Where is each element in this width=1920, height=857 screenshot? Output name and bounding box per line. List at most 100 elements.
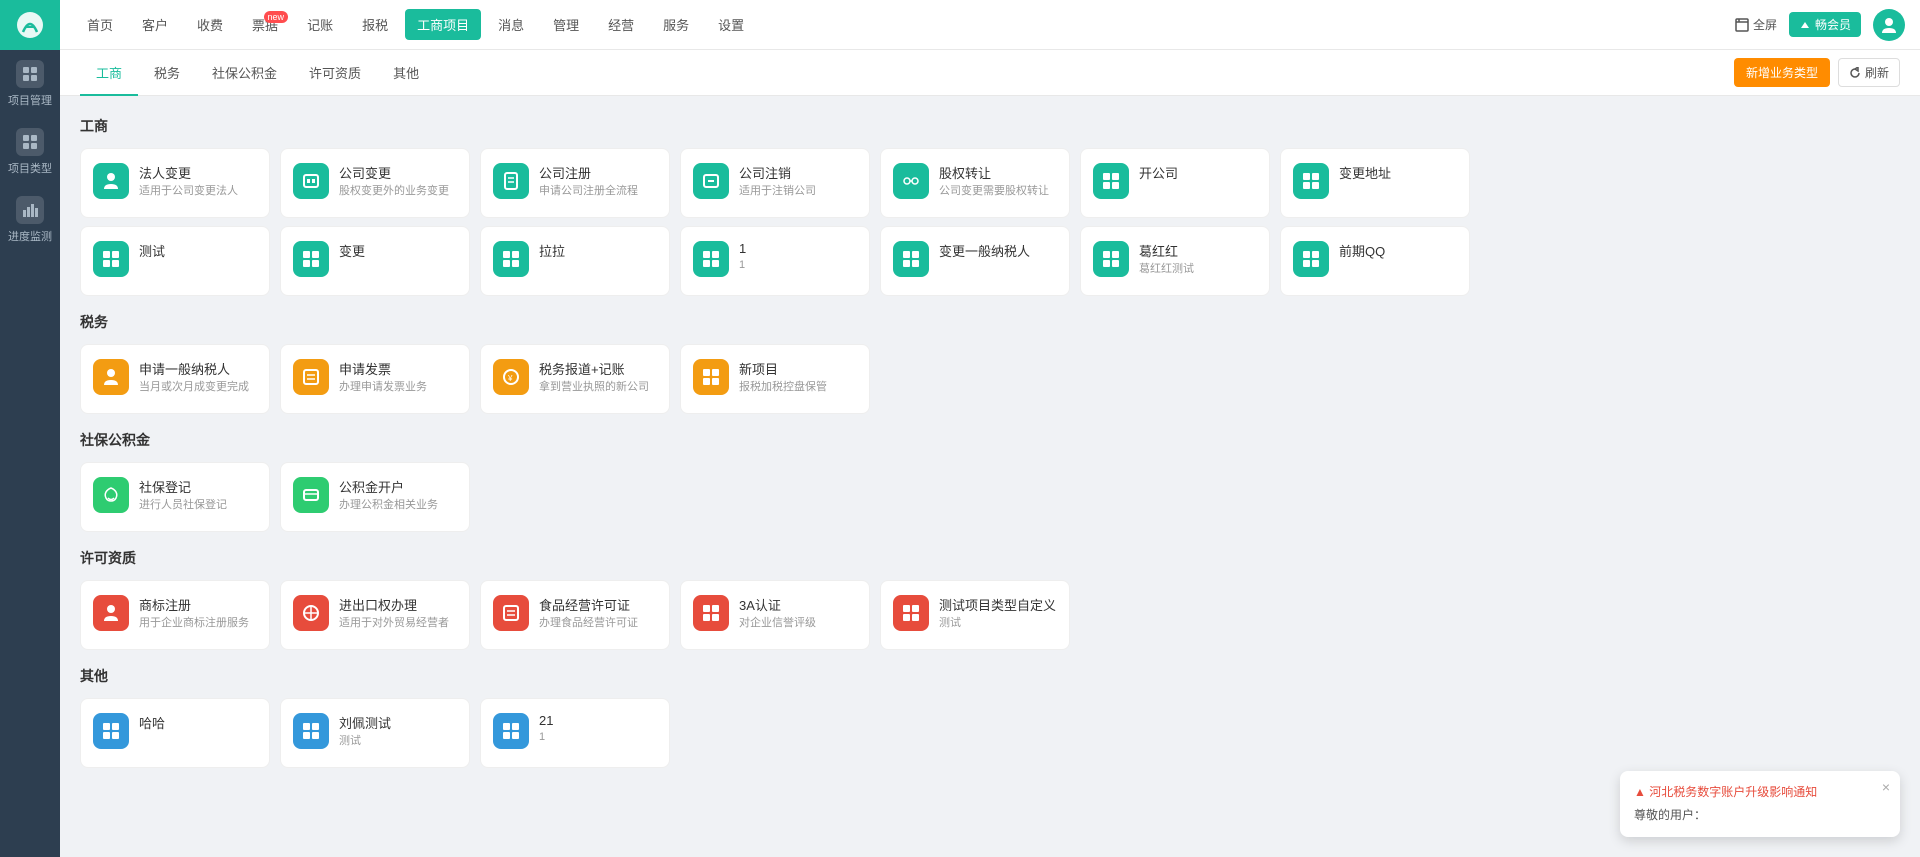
food-license-icon bbox=[493, 595, 529, 631]
equity-transfer-desc: 公司变更需要股权转让 bbox=[939, 184, 1057, 199]
card-apply-invoice[interactable]: 申请发票 办理申请发票业务 bbox=[280, 344, 470, 414]
industry-card-grid: 法人变更 适用于公司变更法人 公司变更 股权变更外的业务变更 bbox=[80, 148, 1900, 218]
card-social-register[interactable]: 社保登记 进行人员社保登记 bbox=[80, 462, 270, 532]
card-company-change[interactable]: 公司变更 股权变更外的业务变更 bbox=[280, 148, 470, 218]
card-open-company[interactable]: 开公司 bbox=[1080, 148, 1270, 218]
tabs-actions: 新增业务类型 刷新 bbox=[1734, 58, 1900, 87]
card-equity-transfer[interactable]: 股权转让 公司变更需要股权转让 bbox=[880, 148, 1070, 218]
user-avatar[interactable] bbox=[1873, 9, 1905, 41]
3a-cert-desc: 对企业信誉评级 bbox=[739, 616, 857, 631]
card-test-type[interactable]: 测试项目类型自定义 测试 bbox=[880, 580, 1070, 650]
tax-report-desc: 拿到营业执照的新公司 bbox=[539, 380, 657, 395]
nav-billing[interactable]: 收费 bbox=[185, 9, 235, 40]
card-fund-account[interactable]: 公积金开户 办理公积金相关业务 bbox=[280, 462, 470, 532]
fund-account-icon bbox=[293, 477, 329, 513]
card-tax-report[interactable]: ¥ 税务报道+记账 拿到营业执照的新公司 bbox=[480, 344, 670, 414]
change-name: 变更 bbox=[339, 241, 457, 260]
liupei-test-desc: 测试 bbox=[339, 734, 457, 749]
change-taxpayer-name: 变更一般纳税人 bbox=[939, 241, 1057, 260]
tab-license[interactable]: 许可资质 bbox=[293, 51, 377, 96]
card-prev-qq[interactable]: 前期QQ bbox=[1280, 226, 1470, 296]
sidebar-item-project-mgmt[interactable]: 项目管理 bbox=[0, 50, 60, 118]
card-import-export[interactable]: 进出口权办理 适用于对外贸易经营者 bbox=[280, 580, 470, 650]
nav-home[interactable]: 首页 bbox=[75, 9, 125, 40]
notification-popup: × ▲ 河北税务数字账户升级影响通知 尊敬的用户： bbox=[1620, 771, 1900, 837]
nav-industry[interactable]: 工商项目 bbox=[405, 9, 481, 40]
tab-other[interactable]: 其他 bbox=[377, 51, 435, 96]
card-change-address[interactable]: 变更地址 bbox=[1280, 148, 1470, 218]
tax-report-name: 税务报道+记账 bbox=[539, 359, 657, 378]
import-export-name: 进出口权办理 bbox=[339, 595, 457, 614]
import-export-icon bbox=[293, 595, 329, 631]
change-taxpayer-icon bbox=[893, 241, 929, 277]
tab-tax[interactable]: 税务 bbox=[138, 51, 196, 96]
trademark-name: 商标注册 bbox=[139, 595, 257, 614]
sidebar-item-label-progress: 进度监测 bbox=[8, 228, 52, 244]
card-gehonghong[interactable]: 葛红红 葛红红测试 bbox=[1080, 226, 1270, 296]
legal-change-name: 法人变更 bbox=[139, 163, 257, 182]
trademark-desc: 用于企业商标注册服务 bbox=[139, 616, 257, 631]
card-company-cancel[interactable]: 公司注销 适用于注销公司 bbox=[680, 148, 870, 218]
card-test[interactable]: 测试 bbox=[80, 226, 270, 296]
test-icon bbox=[93, 241, 129, 277]
card-legal-change[interactable]: 法人变更 适用于公司变更法人 bbox=[80, 148, 270, 218]
card-haha[interactable]: 哈哈 bbox=[80, 698, 270, 768]
nav-tax[interactable]: 报税 bbox=[350, 9, 400, 40]
3a-cert-name: 3A认证 bbox=[739, 595, 857, 614]
legal-change-desc: 适用于公司变更法人 bbox=[139, 184, 257, 199]
vip-label: 畅会员 bbox=[1815, 16, 1851, 33]
card-3a-cert[interactable]: 3A认证 对企业信誉评级 bbox=[680, 580, 870, 650]
nav-service[interactable]: 服务 bbox=[651, 9, 701, 40]
apply-invoice-name: 申请发票 bbox=[339, 359, 457, 378]
notification-text: ▲ 河北税务数字账户升级影响通知 尊敬的用户： bbox=[1634, 783, 1886, 825]
nav-accounting[interactable]: 记账 bbox=[295, 9, 345, 40]
gehonghong-name: 葛红红 bbox=[1139, 241, 1257, 260]
card-trademark[interactable]: 商标注册 用于企业商标注册服务 bbox=[80, 580, 270, 650]
tab-social[interactable]: 社保公积金 bbox=[196, 51, 293, 96]
equity-transfer-icon bbox=[893, 163, 929, 199]
num1-desc: 1 bbox=[739, 258, 857, 273]
nav-management[interactable]: 管理 bbox=[541, 9, 591, 40]
open-company-icon bbox=[1093, 163, 1129, 199]
test-type-icon bbox=[893, 595, 929, 631]
nav-operation[interactable]: 经营 bbox=[596, 9, 646, 40]
vip-button[interactable]: 畅会员 bbox=[1789, 12, 1861, 37]
tabs-bar: 工商 税务 社保公积金 许可资质 其他 新增业务类型 刷新 bbox=[60, 50, 1920, 96]
open-company-name: 开公司 bbox=[1139, 163, 1257, 182]
change-address-name: 变更地址 bbox=[1339, 163, 1457, 182]
sidebar-item-project-type[interactable]: 项目类型 bbox=[0, 118, 60, 186]
industry-card-grid-2: 测试 变更 bbox=[80, 226, 1900, 296]
card-apply-taxpayer[interactable]: 申请一般纳税人 当月或次月成变更完成 bbox=[80, 344, 270, 414]
notification-close-btn[interactable]: × bbox=[1882, 779, 1890, 795]
card-food-license[interactable]: 食品经营许可证 办理食品经营许可证 bbox=[480, 580, 670, 650]
card-company-register[interactable]: 公司注册 申请公司注册全流程 bbox=[480, 148, 670, 218]
tax-section-title: 税务 bbox=[80, 312, 1900, 332]
card-num21[interactable]: 21 1 bbox=[480, 698, 670, 768]
nav-settings[interactable]: 设置 bbox=[706, 9, 756, 40]
trademark-icon bbox=[93, 595, 129, 631]
main-area: 首页 客户 收费 票据 new 记账 报税 工商项目 消息 管理 经营 服务 设… bbox=[60, 0, 1920, 857]
card-lala[interactable]: 拉拉 bbox=[480, 226, 670, 296]
nav-tickets[interactable]: 票据 new bbox=[240, 9, 290, 40]
gehonghong-icon bbox=[1093, 241, 1129, 277]
liupei-test-icon bbox=[293, 713, 329, 749]
nav-messages[interactable]: 消息 bbox=[486, 9, 536, 40]
fullscreen-btn[interactable]: 全屏 bbox=[1735, 16, 1777, 33]
new-project-icon bbox=[693, 359, 729, 395]
nav-customer[interactable]: 客户 bbox=[130, 9, 180, 40]
tab-industry[interactable]: 工商 bbox=[80, 51, 138, 96]
license-card-grid: 商标注册 用于企业商标注册服务 进出口权办理 适用于对外贸易经营者 bbox=[80, 580, 1900, 650]
card-num1[interactable]: 1 1 bbox=[680, 226, 870, 296]
social-register-desc: 进行人员社保登记 bbox=[139, 498, 257, 513]
sidebar-item-progress-monitor[interactable]: 进度监测 bbox=[0, 186, 60, 254]
card-change-taxpayer[interactable]: 变更一般纳税人 bbox=[880, 226, 1070, 296]
lala-name: 拉拉 bbox=[539, 241, 657, 260]
social-card-grid: 社保登记 进行人员社保登记 公积金开户 办理公积金相关业务 bbox=[80, 462, 1900, 532]
card-new-project[interactable]: 新项目 报税加税控盘保管 bbox=[680, 344, 870, 414]
refresh-button[interactable]: 刷新 bbox=[1838, 58, 1900, 87]
card-change[interactable]: 变更 bbox=[280, 226, 470, 296]
nav-right-area: 全屏 畅会员 bbox=[1735, 9, 1905, 41]
card-liupei-test[interactable]: 刘佩测试 测试 bbox=[280, 698, 470, 768]
new-type-button[interactable]: 新增业务类型 bbox=[1734, 58, 1830, 87]
sidebar-logo[interactable] bbox=[0, 0, 60, 50]
